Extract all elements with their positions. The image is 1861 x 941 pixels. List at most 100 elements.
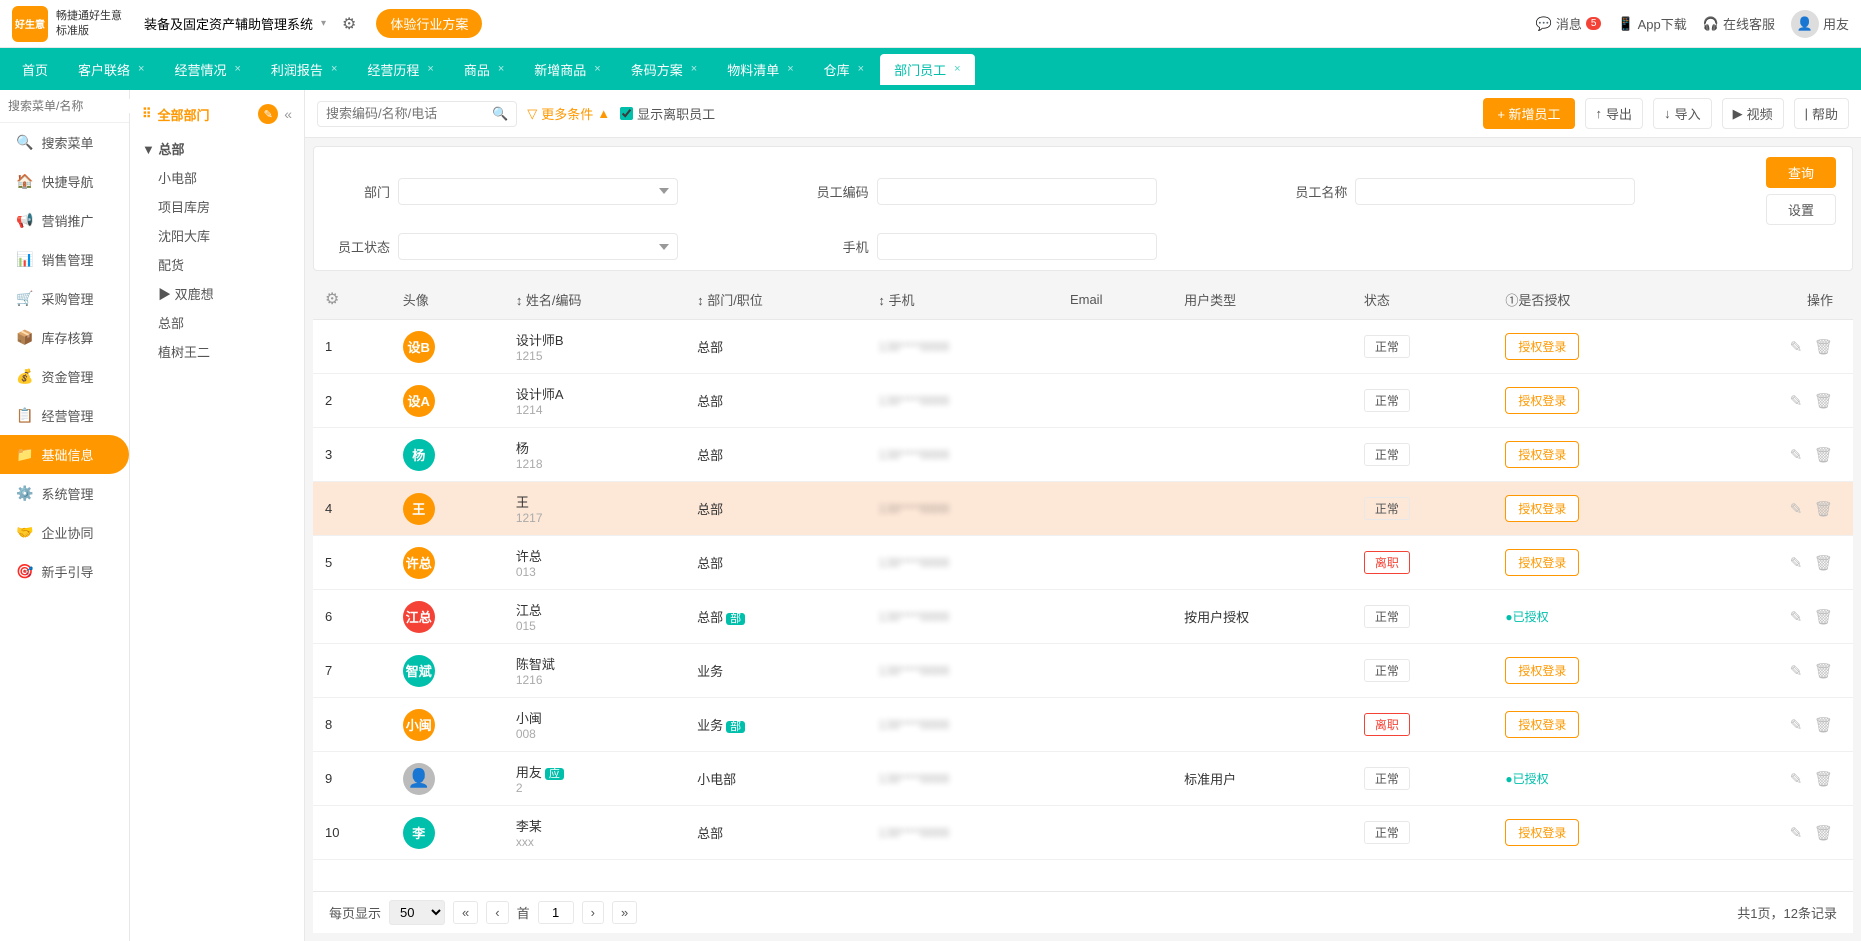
sidebar-item-search[interactable]: 🔍搜索菜单	[0, 123, 129, 162]
auth-btn[interactable]: 授权登录	[1505, 657, 1579, 684]
nav-item-profit[interactable]: 利润报告 ×	[257, 54, 351, 85]
dept-item-sydl[interactable]: 沈阳大库	[130, 221, 304, 250]
delete-btn[interactable]: 🗑	[1814, 447, 1833, 464]
edit-btn[interactable]: ✎	[1790, 771, 1803, 788]
show-resigned-checkbox[interactable]: 显示离职员工	[620, 104, 715, 123]
query-button[interactable]: 查询	[1766, 157, 1836, 188]
nav-item-dept[interactable]: 部门员工 ×	[880, 54, 974, 85]
edit-btn[interactable]: ✎	[1790, 501, 1803, 518]
filter-dept-select[interactable]	[398, 178, 678, 205]
dept-item-xdb[interactable]: 小电部	[130, 163, 304, 192]
edit-btn[interactable]: ✎	[1790, 663, 1803, 680]
prev-page-btn[interactable]: ‹	[486, 901, 508, 924]
edit-btn[interactable]: ✎	[1790, 339, 1803, 356]
edit-btn[interactable]: ✎	[1790, 609, 1803, 626]
cell-auth[interactable]: ●已授权	[1493, 590, 1691, 644]
cell-auth[interactable]: 授权登录	[1493, 482, 1691, 536]
delete-btn[interactable]: 🗑	[1814, 771, 1833, 788]
auth-btn[interactable]: 授权登录	[1505, 549, 1579, 576]
all-dept-label[interactable]: ⠿ 全部部门	[142, 105, 210, 124]
auth-btn[interactable]: 授权登录	[1505, 819, 1579, 846]
auth-btn[interactable]: 授权登录	[1505, 495, 1579, 522]
col-gear[interactable]: ⚙	[313, 279, 391, 320]
col-phone[interactable]: ↕ 手机	[866, 279, 1058, 320]
edit-btn[interactable]: ✎	[1790, 447, 1803, 464]
delete-btn[interactable]: 🗑	[1814, 717, 1833, 734]
cell-auth[interactable]: 授权登录	[1493, 536, 1691, 590]
message-btn[interactable]: 💬 消息 5	[1536, 14, 1602, 33]
more-filter-btn[interactable]: ▽ 更多条件 ▲	[527, 104, 610, 123]
delete-btn[interactable]: 🗑	[1814, 393, 1833, 410]
gear-icon[interactable]: ⚙	[342, 14, 356, 34]
search-input[interactable]	[326, 106, 486, 121]
cell-auth[interactable]: 授权登录	[1493, 644, 1691, 698]
delete-btn[interactable]: 🗑	[1814, 663, 1833, 680]
app-download-btn[interactable]: 📱 App下载	[1617, 14, 1686, 33]
delete-btn[interactable]: 🗑	[1814, 609, 1833, 626]
sidebar-item-basic[interactable]: 📁基础信息	[0, 435, 129, 474]
cell-auth[interactable]: 授权登录	[1493, 698, 1691, 752]
sidebar-item-purchase[interactable]: 🛒采购管理	[0, 279, 129, 318]
last-page-btn[interactable]: »	[612, 901, 637, 924]
sidebar-item-marketing[interactable]: 📢营销推广	[0, 201, 129, 240]
cell-auth[interactable]: 授权登录	[1493, 320, 1691, 374]
edit-btn[interactable]: ✎	[1790, 825, 1803, 842]
online-service-btn[interactable]: 🎧 在线客服	[1703, 14, 1775, 33]
sidebar-item-guide[interactable]: 🎯新手引导	[0, 552, 129, 591]
filter-emp-code-input[interactable]	[877, 178, 1157, 205]
col-name[interactable]: ↕ 姓名/编码	[504, 279, 685, 320]
nav-item-home[interactable]: 首页	[8, 54, 62, 85]
dropdown-arrow-icon[interactable]: ▾	[321, 18, 326, 29]
dept-item-xmkf[interactable]: 项目库房	[130, 192, 304, 221]
reset-button[interactable]: 设置	[1766, 194, 1836, 225]
sidebar-item-system[interactable]: ⚙️系统管理	[0, 474, 129, 513]
add-employee-button[interactable]: + 新增员工	[1483, 98, 1574, 129]
first-page-btn[interactable]: «	[453, 901, 478, 924]
filter-phone-input[interactable]	[877, 233, 1157, 260]
dept-item-slx[interactable]: ▶ 双鹿想	[130, 279, 304, 308]
dept-item-ph[interactable]: 配货	[130, 250, 304, 279]
nav-item-goods[interactable]: 商品 ×	[450, 54, 518, 85]
delete-btn[interactable]: 🗑	[1814, 825, 1833, 842]
nav-item-customer[interactable]: 客户联络 ×	[64, 54, 158, 85]
sidebar-item-management[interactable]: 📋经营管理	[0, 396, 129, 435]
filter-emp-name-input[interactable]	[1355, 178, 1635, 205]
dept-item-zb[interactable]: 总部	[130, 308, 304, 337]
auth-btn[interactable]: 授权登录	[1505, 333, 1579, 360]
delete-btn[interactable]: 🗑	[1814, 339, 1833, 356]
nav-item-add-goods[interactable]: 新增商品 ×	[520, 54, 614, 85]
import-button[interactable]: ↓ 导入	[1653, 98, 1712, 129]
sidebar-item-collab[interactable]: 🤝企业协同	[0, 513, 129, 552]
dept-collapse-btn[interactable]: «	[284, 106, 292, 122]
user-btn[interactable]: 👤 用友	[1791, 10, 1849, 38]
view-button[interactable]: ▶ 视频	[1722, 98, 1784, 129]
sidebar-item-inventory[interactable]: 📦库存核算	[0, 318, 129, 357]
edit-btn[interactable]: ✎	[1790, 393, 1803, 410]
auth-btn[interactable]: 授权登录	[1505, 711, 1579, 738]
dept-item-zswe[interactable]: 植树王二	[130, 337, 304, 366]
help-button[interactable]: | 帮助	[1794, 98, 1849, 129]
auth-btn[interactable]: 授权登录	[1505, 387, 1579, 414]
auth-btn[interactable]: 授权登录	[1505, 441, 1579, 468]
nav-item-operation[interactable]: 经营情况 ×	[160, 54, 254, 85]
trial-button[interactable]: 体验行业方案	[376, 9, 482, 38]
sidebar-item-nav[interactable]: 🏠快捷导航	[0, 162, 129, 201]
page-input[interactable]	[538, 901, 574, 924]
col-dept[interactable]: ↕ 部门/职位	[685, 279, 866, 320]
nav-item-barcode[interactable]: 条码方案 ×	[617, 54, 711, 85]
edit-btn[interactable]: ✎	[1790, 555, 1803, 572]
nav-item-history[interactable]: 经营历程 ×	[353, 54, 447, 85]
cell-auth[interactable]: 授权登录	[1493, 374, 1691, 428]
sidebar-item-finance[interactable]: 💰资金管理	[0, 357, 129, 396]
filter-emp-status-select[interactable]	[398, 233, 678, 260]
delete-btn[interactable]: 🗑	[1814, 501, 1833, 518]
next-page-btn[interactable]: ›	[582, 901, 604, 924]
per-page-select[interactable]: 50 100 200	[389, 900, 445, 925]
cell-auth[interactable]: ●已授权	[1493, 752, 1691, 806]
cell-auth[interactable]: 授权登录	[1493, 806, 1691, 860]
nav-item-bom[interactable]: 物料清单 ×	[713, 54, 807, 85]
edit-btn[interactable]: ✎	[1790, 717, 1803, 734]
export-button[interactable]: ↑ 导出	[1585, 98, 1644, 129]
dept-edit-icon[interactable]: ✎	[258, 104, 278, 124]
sidebar-item-sales[interactable]: 📊销售管理	[0, 240, 129, 279]
